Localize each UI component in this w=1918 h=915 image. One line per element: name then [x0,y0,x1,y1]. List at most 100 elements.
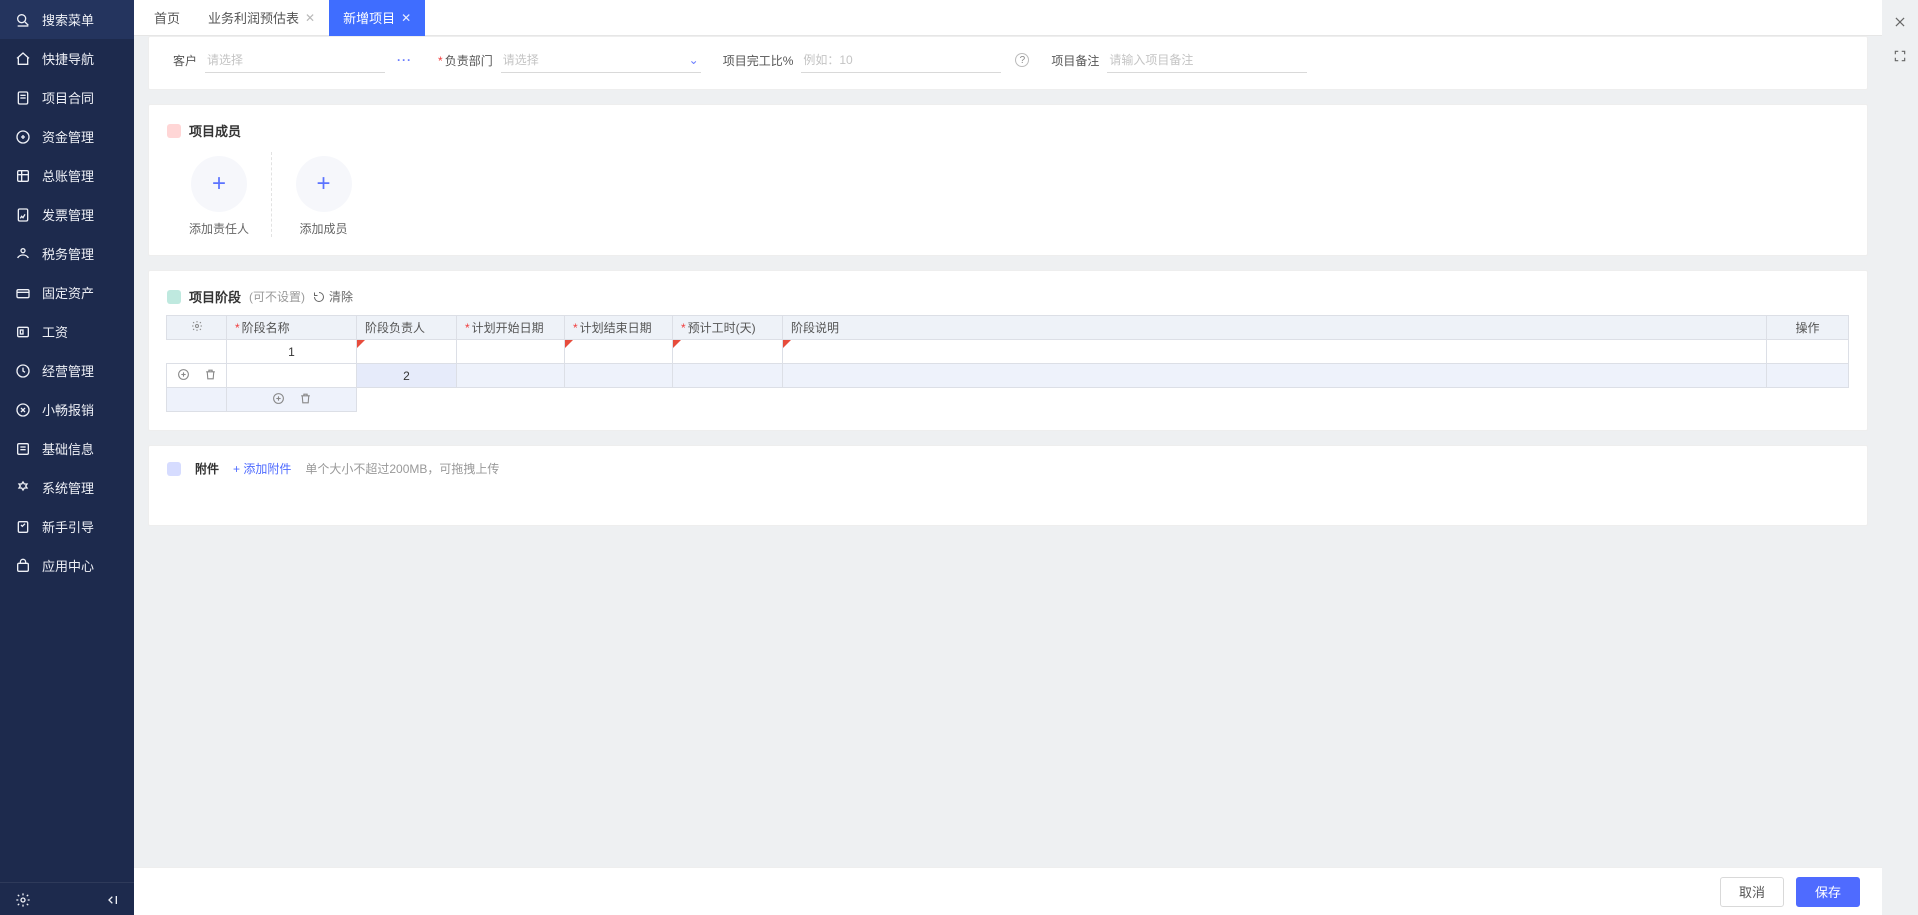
cell-name[interactable] [456,363,565,388]
tab-close-icon[interactable]: ✕ [305,11,315,25]
sidebar-item-ledger[interactable]: 总账管理 [0,156,134,195]
members-card: 项目成员 + 添加责任人 + 添加成员 [148,104,1868,256]
delete-row-icon[interactable] [299,392,312,408]
add-row-icon[interactable] [177,368,190,384]
right-rail [1882,0,1918,915]
add-owner-caption: 添加责任人 [189,220,249,237]
col-desc: 阶段说明 [782,315,1767,340]
sidebar-item-label: 资金管理 [42,127,94,146]
sidebar-item-contracts[interactable]: 项目合同 [0,78,134,117]
tab-close-icon[interactable]: ✕ [401,11,411,25]
clear-phases-button[interactable]: 清除 [313,288,353,305]
sidebar-item-tax[interactable]: 税务管理 [0,234,134,273]
tab-label: 首页 [154,8,180,27]
sidebar-item-label: 发票管理 [42,205,94,224]
cell-start[interactable] [564,339,673,364]
cell-owner[interactable] [564,363,673,388]
add-row-icon[interactable] [272,392,285,408]
sidebar-item-label: 快捷导航 [42,49,94,68]
guide-icon [14,518,32,536]
search-icon [14,11,32,29]
add-member-card: + 添加成员 [271,152,375,237]
system-icon [14,479,32,497]
help-icon[interactable]: ? [1015,53,1029,67]
sidebar-item-label: 搜索菜单 [42,10,94,29]
cell-desc[interactable] [1766,339,1849,364]
settings-icon[interactable] [14,891,32,909]
sidebar-item-search[interactable]: 搜索菜单 [0,0,134,39]
col-end: *计划结束日期 [564,315,673,340]
col-hours: *预计工时(天) [672,315,783,340]
cell-desc[interactable] [166,387,227,412]
more-icon[interactable]: ··· [393,53,416,67]
cell-start[interactable] [672,363,783,388]
sidebar-item-label: 新手引导 [42,517,94,536]
cell-name[interactable] [356,339,457,364]
customer-select[interactable] [205,47,385,73]
tax-icon [14,245,32,263]
gear-icon [191,320,203,335]
field-label: *负责部门 [438,52,493,69]
collapse-sidebar-icon[interactable] [102,891,120,909]
form-row: 客户 ··· *负责部门 ⌄ 项目完工比% [149,37,1867,89]
cancel-button[interactable]: 取消 [1720,877,1784,907]
content-area: 客户 ··· *负责部门 ⌄ 项目完工比% [134,36,1882,867]
section-title: 项目阶段 [189,287,241,306]
dept-select[interactable] [501,47,701,73]
tab-bar: 首页 业务利润预估表 ✕ 新增项目 ✕ [134,0,1882,36]
cell-ops [226,387,357,412]
phases-card: 项目阶段 (可不设置) 清除 * [148,270,1868,431]
cell-end[interactable] [672,339,783,364]
save-button[interactable]: 保存 [1796,877,1860,907]
col-name: *阶段名称 [226,315,357,340]
phase-icon [167,290,181,304]
cell-hours[interactable] [1766,363,1849,388]
sidebar-item-label: 基础信息 [42,439,94,458]
cell-owner[interactable] [456,339,565,364]
tab-label: 新增项目 [343,8,395,27]
sidebar-item-funds[interactable]: 资金管理 [0,117,134,156]
add-owner-button[interactable]: + [191,156,247,212]
attachment-hint: 单个大小不超过200MB，可拖拽上传 [305,460,499,477]
sidebar-item-apps[interactable]: 应用中心 [0,546,134,585]
sidebar-item-quicknav[interactable]: 快捷导航 [0,39,134,78]
field-remark: 项目备注 [1051,47,1307,73]
tab-label: 业务利润预估表 [208,8,299,27]
col-gear[interactable] [166,315,227,340]
sidebar-item-label: 总账管理 [42,166,94,185]
sidebar-item-ops[interactable]: 经营管理 [0,351,134,390]
progress-input[interactable] [801,47,1001,73]
close-panel-icon[interactable] [1890,12,1910,32]
cell-hours[interactable] [782,339,1767,364]
cell-end[interactable] [782,363,1767,388]
reimburse-icon [14,401,32,419]
sidebar-item-guide[interactable]: 新手引导 [0,507,134,546]
sidebar-item-assets[interactable]: 固定资产 [0,273,134,312]
field-progress: 项目完工比% ? [723,47,1030,73]
add-attachment-button[interactable]: + 添加附件 [233,460,291,477]
sidebar-item-base[interactable]: 基础信息 [0,429,134,468]
sidebar-item-reimburse[interactable]: 小畅报销 [0,390,134,429]
remark-input[interactable] [1107,47,1307,73]
fullscreen-icon[interactable] [1890,46,1910,66]
section-hint: (可不设置) [249,288,305,305]
delete-row-icon[interactable] [204,368,217,384]
col-owner: 阶段负责人 [356,315,457,340]
ops-icon [14,362,32,380]
document-icon [14,89,32,107]
add-member-button[interactable]: + [296,156,352,212]
tab-home[interactable]: 首页 [140,0,194,36]
base-info-icon [14,440,32,458]
field-label: 项目备注 [1051,52,1099,69]
app-root: 搜索菜单 快捷导航 项目合同 资金管理 总账管理 [0,0,1918,915]
sidebar-item-invoice[interactable]: 发票管理 [0,195,134,234]
tab-profit-report[interactable]: 业务利润预估表 ✕ [194,0,329,36]
attachment-icon [167,462,181,476]
section-title: 项目成员 [189,121,241,140]
sidebar-item-system[interactable]: 系统管理 [0,468,134,507]
tab-new-project[interactable]: 新增项目 ✕ [329,0,425,36]
members-icon [167,124,181,138]
asset-icon [14,284,32,302]
col-ops: 操作 [1766,315,1849,340]
sidebar-item-salary[interactable]: 工资 [0,312,134,351]
